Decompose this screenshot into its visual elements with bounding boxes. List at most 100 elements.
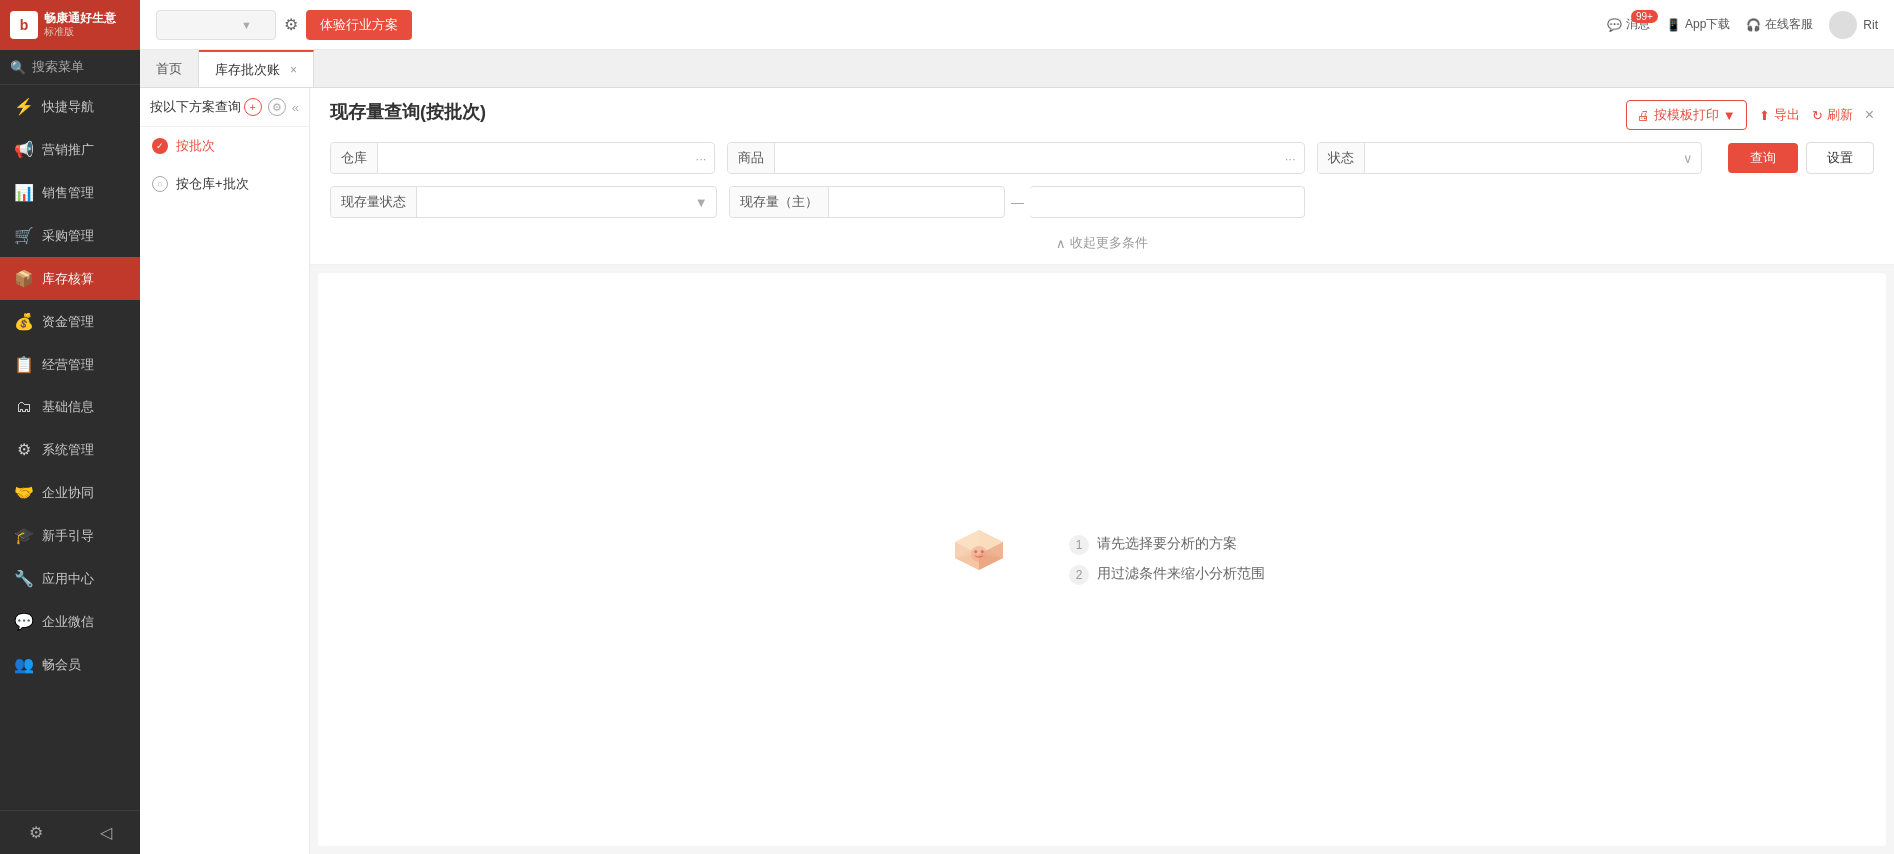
status-field[interactable]: 状态 ∨ (1317, 142, 1702, 174)
warehouse-field[interactable]: 仓库 ··· (330, 142, 715, 174)
filter-row-2: 现存量状态 ▼ 现存量（主） — (330, 186, 1874, 218)
sidebar-item-newbie[interactable]: 🎓新手引导 (0, 514, 140, 557)
nav-label-sales: 销售管理 (42, 184, 94, 202)
sidebar-item-system[interactable]: ⚙系统管理 (0, 428, 140, 471)
nav-label-app-center: 应用中心 (42, 570, 94, 588)
settings-icon[interactable]: ⚙ (21, 819, 51, 846)
empty-content: 1请先选择要分析的方案2用过滤条件来缩小分析范围 (939, 510, 1265, 610)
tab-home[interactable]: 首页 (140, 50, 199, 87)
topbar-left: ▼ ⚙ 体验行业方案 (156, 10, 1597, 40)
inventory-quantity-field[interactable]: 现存量（主） (729, 186, 1005, 218)
sidebar-item-member[interactable]: 👥畅会员 (0, 643, 140, 686)
inventory-quantity-max[interactable] (1030, 195, 1304, 210)
topbar-search-area[interactable]: ▼ (156, 10, 276, 40)
export-btn[interactable]: ⬆ 导出 (1759, 106, 1800, 124)
inventory-quantity-label: 现存量（主） (730, 187, 829, 217)
empty-state: 1请先选择要分析的方案2用过滤条件来缩小分析范围 (318, 273, 1886, 846)
print-icon: 🖨 (1637, 108, 1650, 123)
message-badge: 99+ (1631, 10, 1658, 23)
scheme-label-by-batch: 按批次 (176, 137, 215, 155)
toggle-icon[interactable]: ◁ (92, 819, 120, 846)
warehouse-suffix[interactable]: ··· (688, 151, 715, 166)
sidebar-logo: b (10, 11, 38, 39)
refresh-icon: ↻ (1812, 108, 1823, 123)
nav-icon-quick-nav: ⚡ (14, 97, 34, 116)
empty-tip-2: 2用过滤条件来缩小分析范围 (1069, 565, 1265, 585)
product-label: 商品 (728, 143, 775, 173)
avatar (1829, 11, 1857, 39)
sidebar-item-app-center[interactable]: 🔧应用中心 (0, 557, 140, 600)
product-suffix[interactable]: ··· (1277, 151, 1304, 166)
empty-image (939, 510, 1039, 610)
inventory-status-input[interactable] (417, 195, 687, 210)
sidebar-item-operations[interactable]: 📋经营管理 (0, 343, 140, 386)
collapse-up-icon: ∧ (1056, 236, 1066, 251)
sidebar-item-sales[interactable]: 📊 销售管理 (0, 171, 140, 214)
status-suffix[interactable]: ∨ (1675, 151, 1701, 166)
nav-label-enterprise: 企业协同 (42, 484, 94, 502)
app-download-group[interactable]: 📱 App下载 (1666, 16, 1730, 33)
inventory-quantity-min[interactable] (829, 195, 1004, 210)
left-panel-icons: + ⚙ « (244, 98, 299, 116)
panel-collapse-icon[interactable]: « (292, 100, 299, 115)
svg-point-8 (981, 550, 984, 553)
product-input[interactable] (775, 151, 1276, 166)
app-icon: 📱 (1666, 18, 1681, 32)
sidebar-item-marketing[interactable]: 📢营销推广 (0, 128, 140, 171)
experience-btn[interactable]: 体验行业方案 (306, 10, 412, 40)
warehouse-input[interactable] (378, 151, 688, 166)
filter-row-1: 仓库 ··· 商品 ··· 状态 ∨ 查询 (330, 142, 1874, 174)
sidebar-bottom: ⚙ ◁ (0, 810, 140, 854)
sidebar-item-wechat[interactable]: 💬企业微信 (0, 600, 140, 643)
sidebar-title-block: 畅康通好生意 标准版 (44, 11, 116, 39)
query-btn[interactable]: 查询 (1728, 143, 1798, 173)
tab-label-batch-inventory: 库存批次账 (215, 61, 280, 79)
message-group[interactable]: 💬 消息 99+ (1607, 16, 1650, 33)
nav-icon-sales: 📊 (14, 183, 34, 202)
print-dropdown-icon: ▼ (1723, 108, 1736, 123)
refresh-btn[interactable]: ↻ 刷新 (1812, 106, 1853, 124)
page-title: 现存量查询(按批次) (330, 100, 486, 124)
scheme-dot-by-warehouse-batch: ○ (152, 176, 168, 192)
nav-label-basic: 基础信息 (42, 398, 94, 416)
sidebar-item-inventory[interactable]: 📦库存核算 (0, 257, 140, 300)
tab-batch-inventory[interactable]: 库存批次账 × (199, 50, 314, 87)
add-scheme-icon[interactable]: + (244, 98, 262, 116)
close-panel-btn[interactable]: × (1865, 106, 1874, 124)
nav-label-quick-nav: 快捷导航 (42, 98, 94, 116)
sidebar-item-enterprise[interactable]: 🤝企业协同 (0, 471, 140, 514)
product-field[interactable]: 商品 ··· (727, 142, 1304, 174)
filter-area: 仓库 ··· 商品 ··· 状态 ∨ 查询 (310, 130, 1894, 265)
nav-icon-system: ⚙ (14, 440, 34, 459)
scheme-settings-icon[interactable]: ⚙ (268, 98, 286, 116)
status-input[interactable] (1365, 151, 1675, 166)
sidebar-item-quick-nav[interactable]: ⚡ 快捷导航 (0, 85, 140, 128)
sidebar-item-purchase[interactable]: 🛒采购管理 (0, 214, 140, 257)
app-download-label: App下载 (1685, 16, 1730, 33)
main: ▼ ⚙ 体验行业方案 💬 消息 99+ 📱 App下载 🎧 在线客服 Rit (140, 0, 1894, 854)
print-btn[interactable]: 🖨 按模板打印 ▼ (1626, 100, 1747, 130)
user-area[interactable]: Rit (1829, 11, 1878, 39)
topbar-gear-icon[interactable]: ⚙ (284, 15, 298, 34)
inventory-status-dropdown[interactable]: ▼ (687, 195, 716, 210)
settings-btn[interactable]: 设置 (1806, 142, 1874, 174)
scheme-dot-by-batch: ✓ (152, 138, 168, 154)
tip-num-2: 2 (1069, 565, 1089, 585)
tab-close-batch-inventory[interactable]: × (290, 63, 297, 77)
scheme-item-by-warehouse-batch[interactable]: ○按仓库+批次 (140, 165, 309, 203)
scheme-list: ✓ 按批次 ○按仓库+批次 (140, 127, 309, 203)
nav-icon-finance: 💰 (14, 312, 34, 331)
sidebar-item-basic[interactable]: 🗂基础信息 (0, 386, 140, 428)
topbar-search-input[interactable] (165, 17, 235, 32)
customer-service-group[interactable]: 🎧 在线客服 (1746, 16, 1813, 33)
right-panel: 现存量查询(按批次) 🖨 按模板打印 ▼ ⬆ 导出 ↻ 刷新 (310, 88, 1894, 854)
tabbar: 首页库存批次账 × (140, 50, 1894, 88)
inventory-status-field[interactable]: 现存量状态 ▼ (330, 186, 717, 218)
sidebar-search[interactable]: 🔍 搜索菜单 (0, 50, 140, 85)
page-header: 现存量查询(按批次) 🖨 按模板打印 ▼ ⬆ 导出 ↻ 刷新 (310, 88, 1894, 130)
nav-icon-inventory: 📦 (14, 269, 34, 288)
inventory-quantity-max-field[interactable] (1030, 186, 1305, 218)
scheme-item-by-batch[interactable]: ✓ 按批次 (140, 127, 309, 165)
collapse-conditions[interactable]: ∧ 收起更多条件 (330, 230, 1874, 252)
sidebar-item-finance[interactable]: 💰资金管理 (0, 300, 140, 343)
